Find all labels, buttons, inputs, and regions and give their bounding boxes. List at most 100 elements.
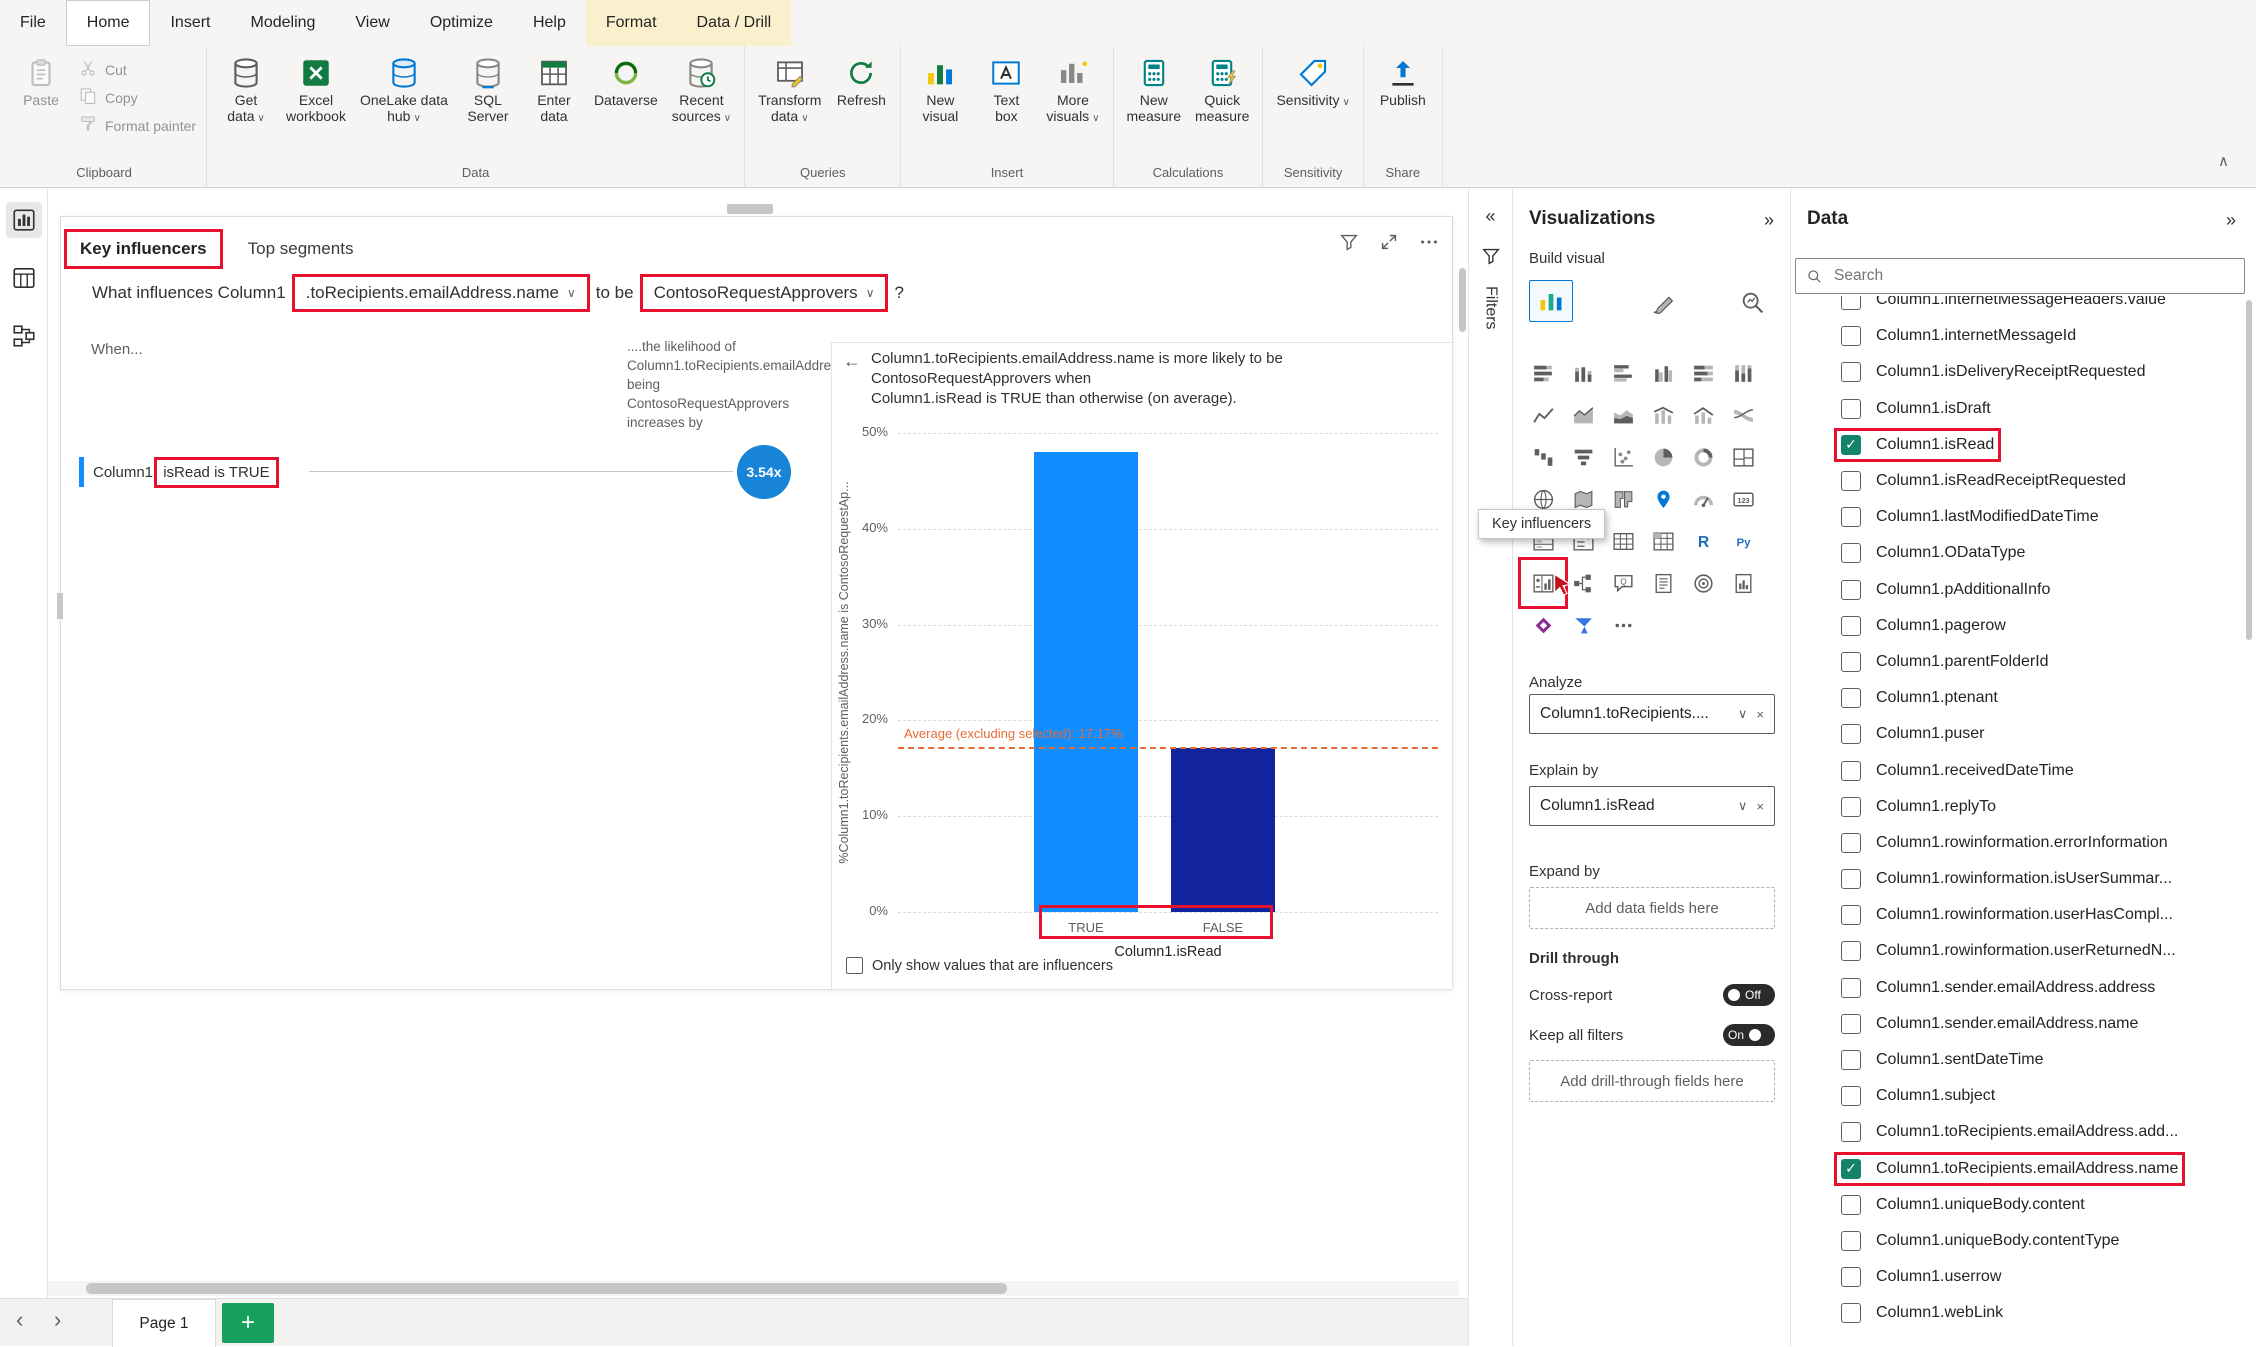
new-visual-button[interactable]: New visual — [907, 50, 973, 163]
field-checkbox-column1-ptenant[interactable] — [1841, 688, 1861, 709]
field-checkbox-column1-lastmodifieddatetime[interactable] — [1841, 507, 1861, 528]
field-checkbox-column1-rowinformation-userhascompl[interactable] — [1841, 905, 1861, 926]
next-page-icon[interactable]: › — [54, 1307, 61, 1333]
field-row[interactable]: Column1.ptenant — [1791, 680, 2243, 716]
refresh-button[interactable]: Refresh — [828, 50, 894, 163]
viz-icon-matrix[interactable] — [1643, 520, 1683, 562]
field-row[interactable]: Column1.rowinformation.userHasCompl... — [1791, 897, 2243, 933]
menu-tab-view[interactable]: View — [335, 0, 409, 46]
cross-report-toggle[interactable]: Off — [1723, 984, 1775, 1006]
viz-icon-more-visual-options[interactable] — [1603, 604, 1643, 646]
viz-icon-azure-map[interactable] — [1643, 478, 1683, 520]
field-checkbox-column1-internetmessageheaders-value[interactable] — [1841, 296, 1861, 311]
onelake-data-hub-button[interactable]: OneLake data hub ∨ — [353, 50, 455, 163]
field-row[interactable]: Column1.isDeliveryReceiptRequested — [1791, 354, 2243, 390]
field-row[interactable]: ✓ Column1.isRead — [1791, 427, 2243, 463]
field-row[interactable]: Column1.isDraft — [1791, 391, 2243, 427]
collapse-ribbon-button[interactable]: ∧ — [2218, 152, 2229, 170]
collapse-data-pane-icon[interactable]: » — [2226, 210, 2236, 231]
viz-icon-pct-stacked-column[interactable] — [1723, 352, 1763, 394]
analyze-field-well[interactable]: Column1.toRecipients.... ∨ × — [1529, 694, 1775, 734]
field-checkbox-column1-receiveddatetime[interactable] — [1841, 760, 1861, 781]
keep-all-filters-toggle[interactable]: On — [1723, 1024, 1775, 1046]
menu-tab-format[interactable]: Format — [585, 0, 677, 46]
field-checkbox-column1-padditionalinfo[interactable] — [1841, 579, 1861, 600]
field-row[interactable]: Column1.userrow — [1791, 1259, 2243, 1295]
field-checkbox-column1-torecipients-emailaddress-add[interactable] — [1841, 1122, 1861, 1143]
field-checkbox-column1-subject[interactable] — [1841, 1086, 1861, 1107]
bar-true[interactable] — [1034, 452, 1138, 912]
field-checkbox-column1-rowinformation-isusersummar[interactable] — [1841, 869, 1861, 890]
viz-icon-power-automate[interactable] — [1563, 604, 1603, 646]
field-row[interactable]: Column1.receivedDateTime — [1791, 752, 2243, 788]
field-row[interactable]: Column1.rowinformation.errorInformation — [1791, 825, 2243, 861]
influencer-row[interactable]: Column1. isRead is TRUE — [79, 455, 279, 489]
collapse-visualizations-icon[interactable]: » — [1764, 210, 1774, 231]
more-visuals-button[interactable]: More visuals ∨ — [1039, 50, 1106, 163]
visual-drag-handle[interactable] — [727, 204, 773, 214]
menu-tab-modeling[interactable]: Modeling — [230, 0, 335, 46]
field-checkbox-column1-isdraft[interactable] — [1841, 398, 1861, 419]
field-row[interactable]: Column1.rowinformation.userReturnedN... — [1791, 933, 2243, 969]
viz-icon-line-clustered-column[interactable] — [1683, 394, 1723, 436]
field-row[interactable]: Column1.isReadReceiptRequested — [1791, 463, 2243, 499]
field-checkbox-column1-sentdatetime[interactable] — [1841, 1050, 1861, 1071]
search-input[interactable] — [1832, 266, 2235, 286]
menu-tab-file[interactable]: File — [0, 0, 66, 46]
tab-key-influencers[interactable]: Key influencers — [64, 229, 223, 269]
viz-icon-r-script[interactable]: R — [1683, 520, 1723, 562]
menu-tab-help[interactable]: Help — [513, 0, 586, 46]
field-checkbox-column1-isdeliveryreceiptrequested[interactable] — [1841, 362, 1861, 383]
vertical-scrollbar-thumb[interactable] — [1459, 268, 1466, 332]
field-row[interactable]: ✓ Column1.toRecipients.emailAddress.name — [1791, 1151, 2243, 1187]
field-row[interactable]: Column1.subject — [1791, 1078, 2243, 1114]
influence-multiplier-bubble[interactable]: 3.54x — [737, 445, 791, 499]
enter-data-button[interactable]: Enter data — [521, 50, 587, 163]
table-view-icon[interactable] — [6, 260, 42, 296]
sensitivity-button[interactable]: Sensitivity ∨ — [1269, 50, 1356, 163]
horizontal-scrollbar-thumb[interactable] — [86, 1283, 1007, 1294]
field-checkbox-column1-sender-emailaddress-name[interactable] — [1841, 1013, 1861, 1034]
viz-icon-paginated-report[interactable] — [1723, 562, 1763, 604]
viz-icon-smart-narrative[interactable] — [1643, 562, 1683, 604]
viz-icon-pct-stacked-bar[interactable] — [1683, 352, 1723, 394]
analyze-field-dropdown[interactable]: .toRecipients.emailAddress.name ∨ — [291, 274, 590, 312]
chevron-down-icon[interactable]: ∨ — [1738, 706, 1748, 722]
remove-field-icon[interactable]: × — [1756, 799, 1764, 814]
expand-filters-icon[interactable]: « — [1469, 206, 1512, 227]
target-value-dropdown[interactable]: ContosoRequestApprovers ∨ — [639, 274, 889, 312]
text-box-button[interactable]: Text box — [973, 50, 1039, 163]
new-measure-button[interactable]: New measure — [1120, 50, 1188, 163]
viz-icon-ribbon-chart[interactable] — [1723, 394, 1763, 436]
back-arrow-icon[interactable]: ← — [843, 351, 861, 372]
sql-server-button[interactable]: SQL Server — [455, 50, 521, 163]
viz-icon-line[interactable] — [1523, 394, 1563, 436]
more-options-icon[interactable] — [1418, 231, 1440, 258]
explain-by-field-well[interactable]: Column1.isRead ∨ × — [1529, 786, 1775, 826]
menu-tab-home[interactable]: Home — [65, 0, 151, 46]
field-row[interactable]: Column1.uniqueBody.contentType — [1791, 1223, 2243, 1259]
viz-icon-treemap[interactable] — [1723, 436, 1763, 478]
expand-by-empty-well[interactable]: Add data fields here — [1529, 887, 1775, 929]
field-row[interactable]: Column1.rowinformation.isUserSummar... — [1791, 861, 2243, 897]
field-row[interactable]: Column1.internetMessageId — [1791, 318, 2243, 354]
viz-icon-stacked-column[interactable] — [1563, 352, 1603, 394]
field-row[interactable]: Column1.webLink — [1791, 1295, 2243, 1331]
viz-icon-scatter[interactable] — [1603, 436, 1643, 478]
viz-icon-metrics[interactable] — [1683, 562, 1723, 604]
field-checkbox-column1-replyto[interactable] — [1841, 796, 1861, 817]
field-checkbox-column1-parentfolderid[interactable] — [1841, 651, 1861, 672]
field-checkbox-column1-isread[interactable]: ✓ — [1841, 434, 1861, 455]
field-row[interactable]: Column1.internetMessageHeaders.value — [1791, 296, 2243, 318]
field-checkbox-column1-sender-emailaddress-address[interactable] — [1841, 977, 1861, 998]
viz-icon-waterfall[interactable] — [1523, 436, 1563, 478]
field-row[interactable]: Column1.sentDateTime — [1791, 1042, 2243, 1078]
viz-icon-power-apps[interactable] — [1523, 604, 1563, 646]
field-checkbox-column1-isreadreceiptrequested[interactable] — [1841, 471, 1861, 492]
viz-icon-clustered-bar[interactable] — [1603, 352, 1643, 394]
field-checkbox-column1-internetmessageid[interactable] — [1841, 326, 1861, 347]
field-row[interactable]: Column1.ODataType — [1791, 535, 2243, 571]
field-row[interactable]: Column1.toRecipients.emailAddress.add... — [1791, 1114, 2243, 1150]
format-painter-button[interactable]: Format painter — [78, 114, 196, 137]
field-checkbox-column1-puser[interactable] — [1841, 724, 1861, 745]
